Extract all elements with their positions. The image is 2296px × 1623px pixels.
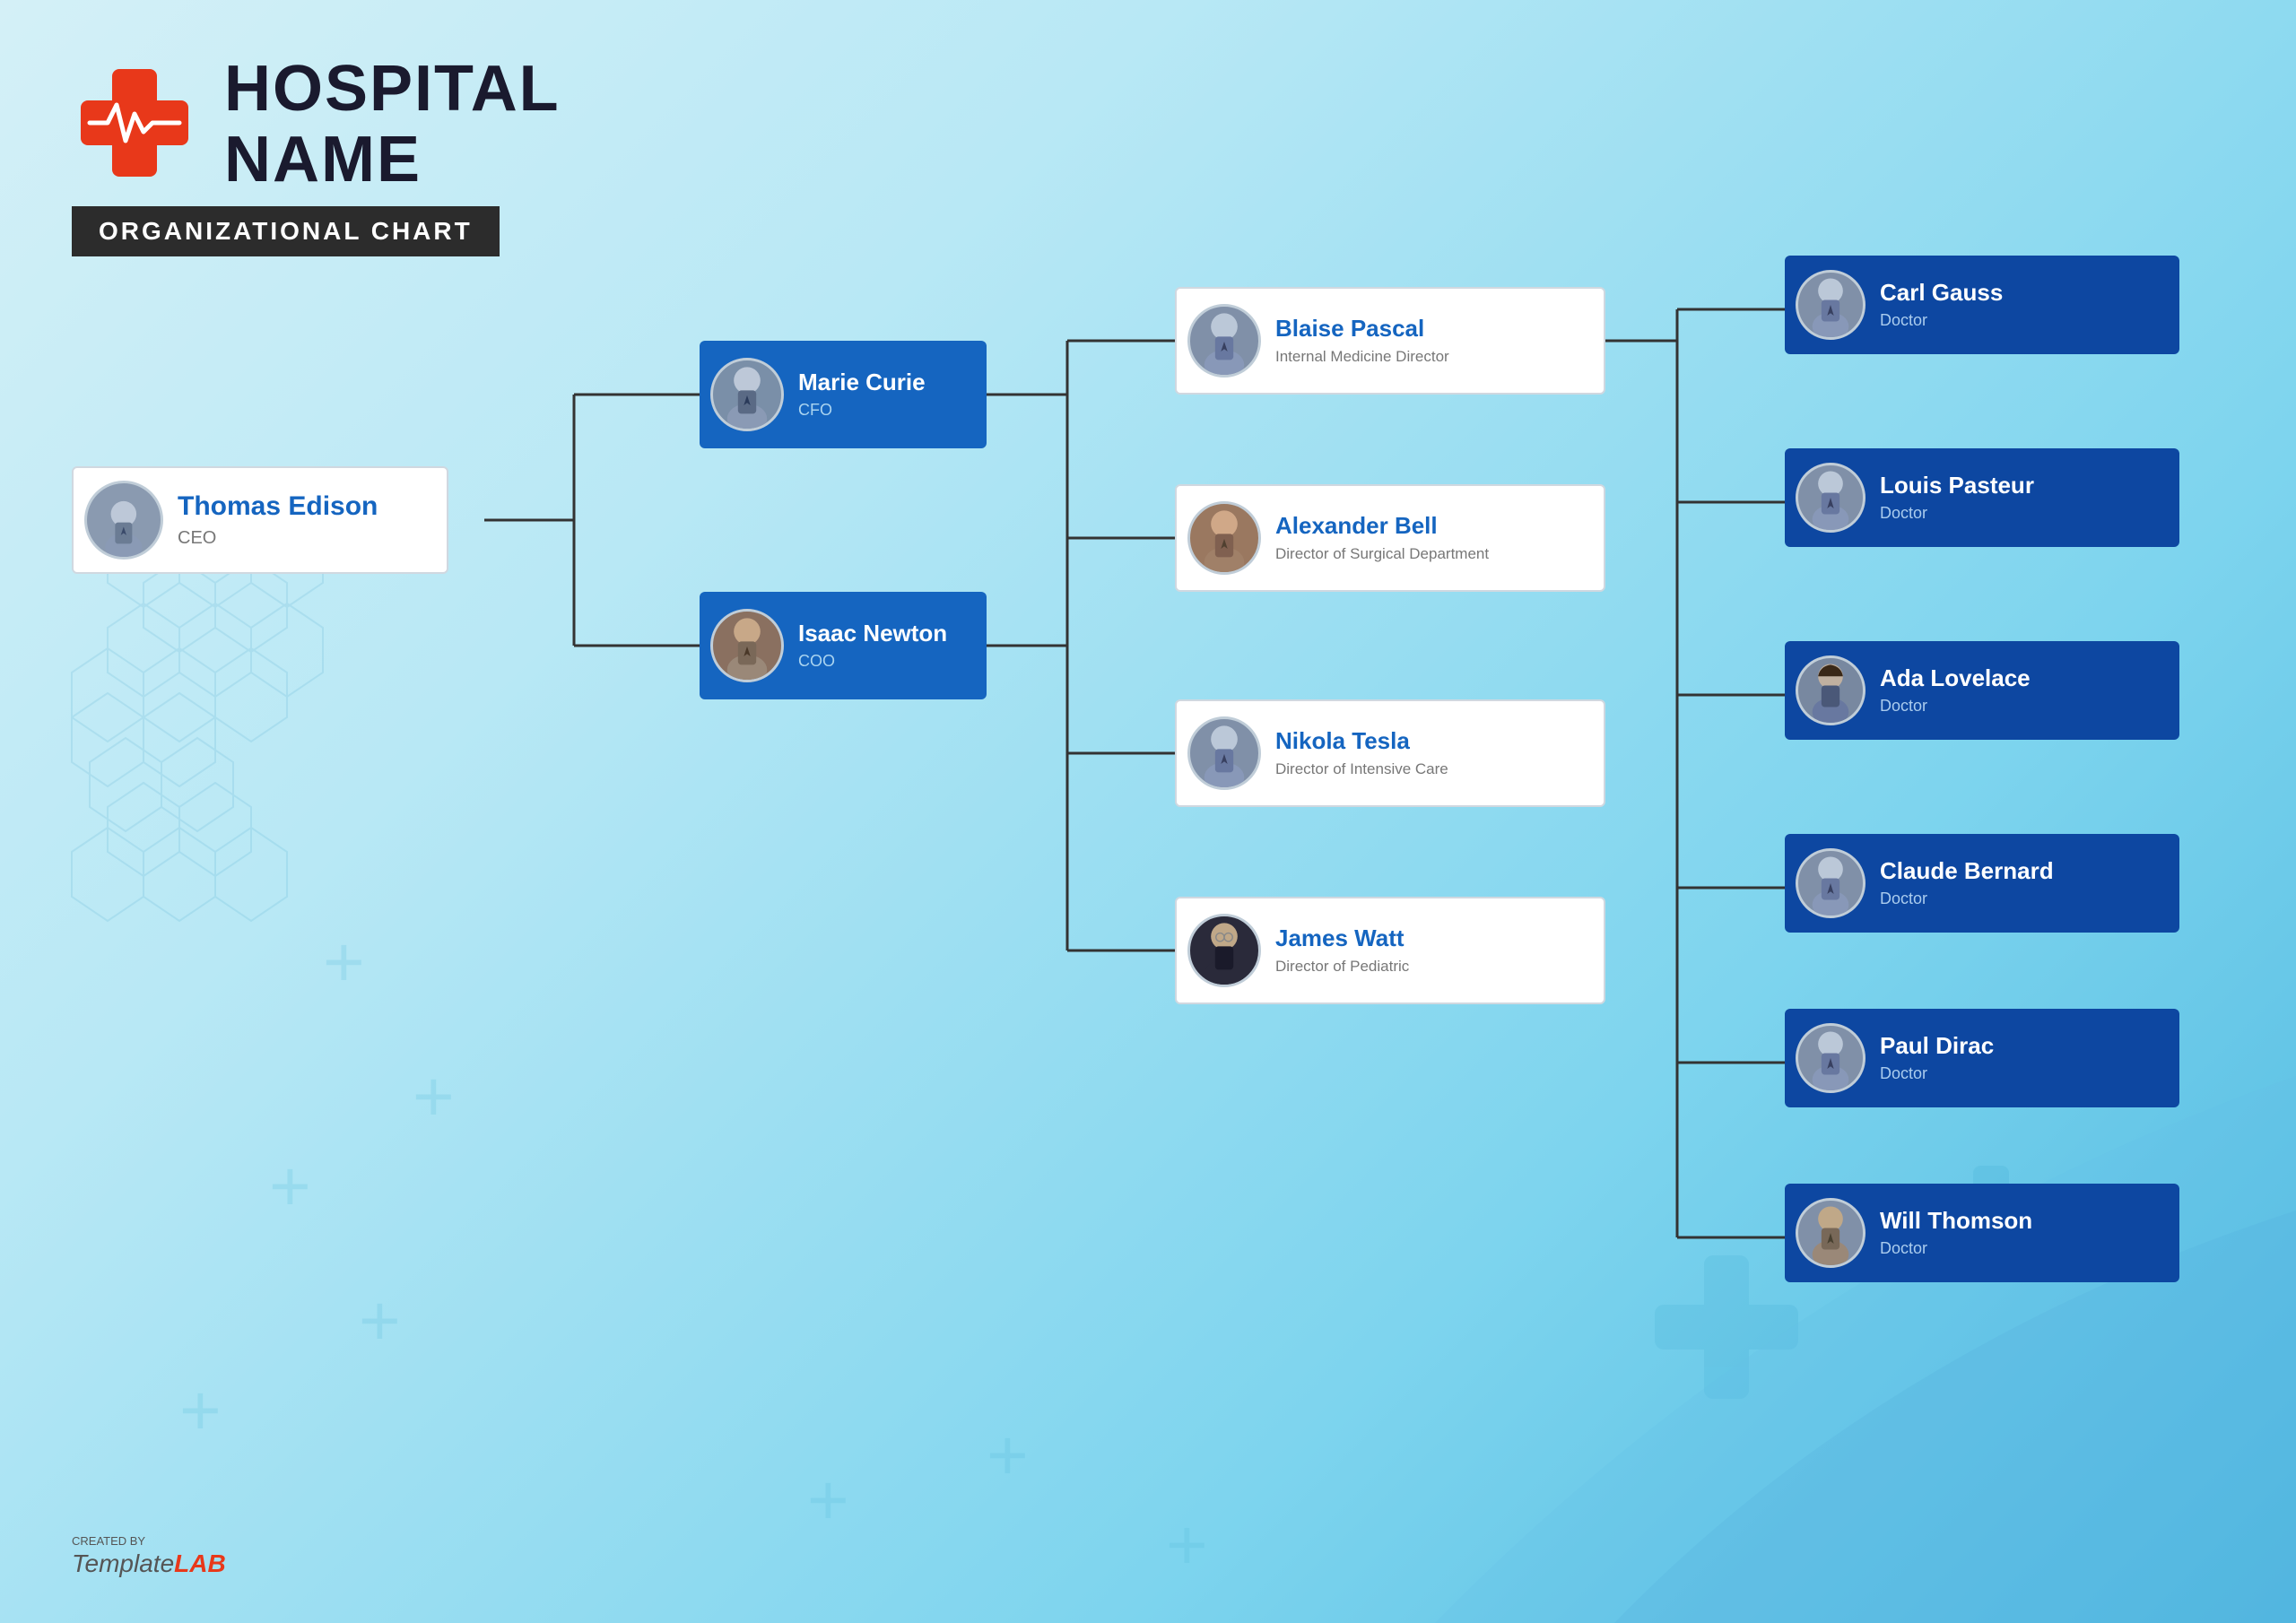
pascal-avatar [1187,304,1261,378]
ceo-name: Thomas Edison [178,490,378,523]
thomson-name: Will Thomson [1880,1207,2032,1235]
bernard-title: Doctor [1880,889,2054,909]
bernard-avatar [1796,848,1866,918]
lovelace-avatar [1796,655,1866,725]
coo-avatar [710,609,784,682]
bell-title: Director of Surgical Department [1275,544,1489,564]
tesla-avatar [1187,716,1261,790]
watt-name: James Watt [1275,924,1409,952]
watt-avatar [1187,914,1261,987]
dirac-avatar [1796,1023,1866,1093]
dirac-title: Doctor [1880,1063,1994,1084]
gauss-avatar [1796,270,1866,340]
header: HOSPITAL NAME [72,54,561,195]
dirac-name: Paul Dirac [1880,1032,1994,1060]
bell-name: Alexander Bell [1275,512,1489,540]
hospital-name-text: HOSPITAL NAME [224,54,561,195]
pasteur-name: Louis Pasteur [1880,472,2034,499]
pasteur-title: Doctor [1880,503,2034,524]
lab-text: LAB [174,1549,226,1577]
watt-title: Director of Pediatric [1275,957,1409,976]
cfo-title: CFO [798,400,926,421]
coo-title: COO [798,651,947,672]
org-chart: Thomas Edison CEO [0,251,2296,1524]
lovelace-title: Doctor [1880,696,2031,716]
hospital-logo [72,60,197,190]
templatelab-logo: CREATED BY TemplateLAB [72,1534,226,1578]
pascal-name: Blaise Pascal [1275,315,1449,343]
created-by-label: CREATED BY [72,1534,226,1548]
cfo-name: Marie Curie [798,369,926,396]
coo-name: Isaac Newton [798,620,947,647]
org-chart-label: ORGANIZATIONAL CHART [72,206,500,256]
lovelace-name: Ada Lovelace [1880,664,2031,692]
template-text: Template [72,1549,174,1577]
bernard-name: Claude Bernard [1880,857,2054,885]
tesla-name: Nikola Tesla [1275,727,1448,755]
gauss-title: Doctor [1880,310,2003,331]
ceo-title: CEO [178,526,378,550]
pasteur-avatar [1796,463,1866,533]
pascal-title: Internal Medicine Director [1275,347,1449,367]
thomson-title: Doctor [1880,1238,2032,1259]
tesla-title: Director of Intensive Care [1275,759,1448,779]
ceo-avatar [84,481,163,560]
thomson-avatar [1796,1198,1866,1268]
bell-avatar [1187,501,1261,575]
gauss-name: Carl Gauss [1880,279,2003,307]
cfo-avatar [710,358,784,431]
